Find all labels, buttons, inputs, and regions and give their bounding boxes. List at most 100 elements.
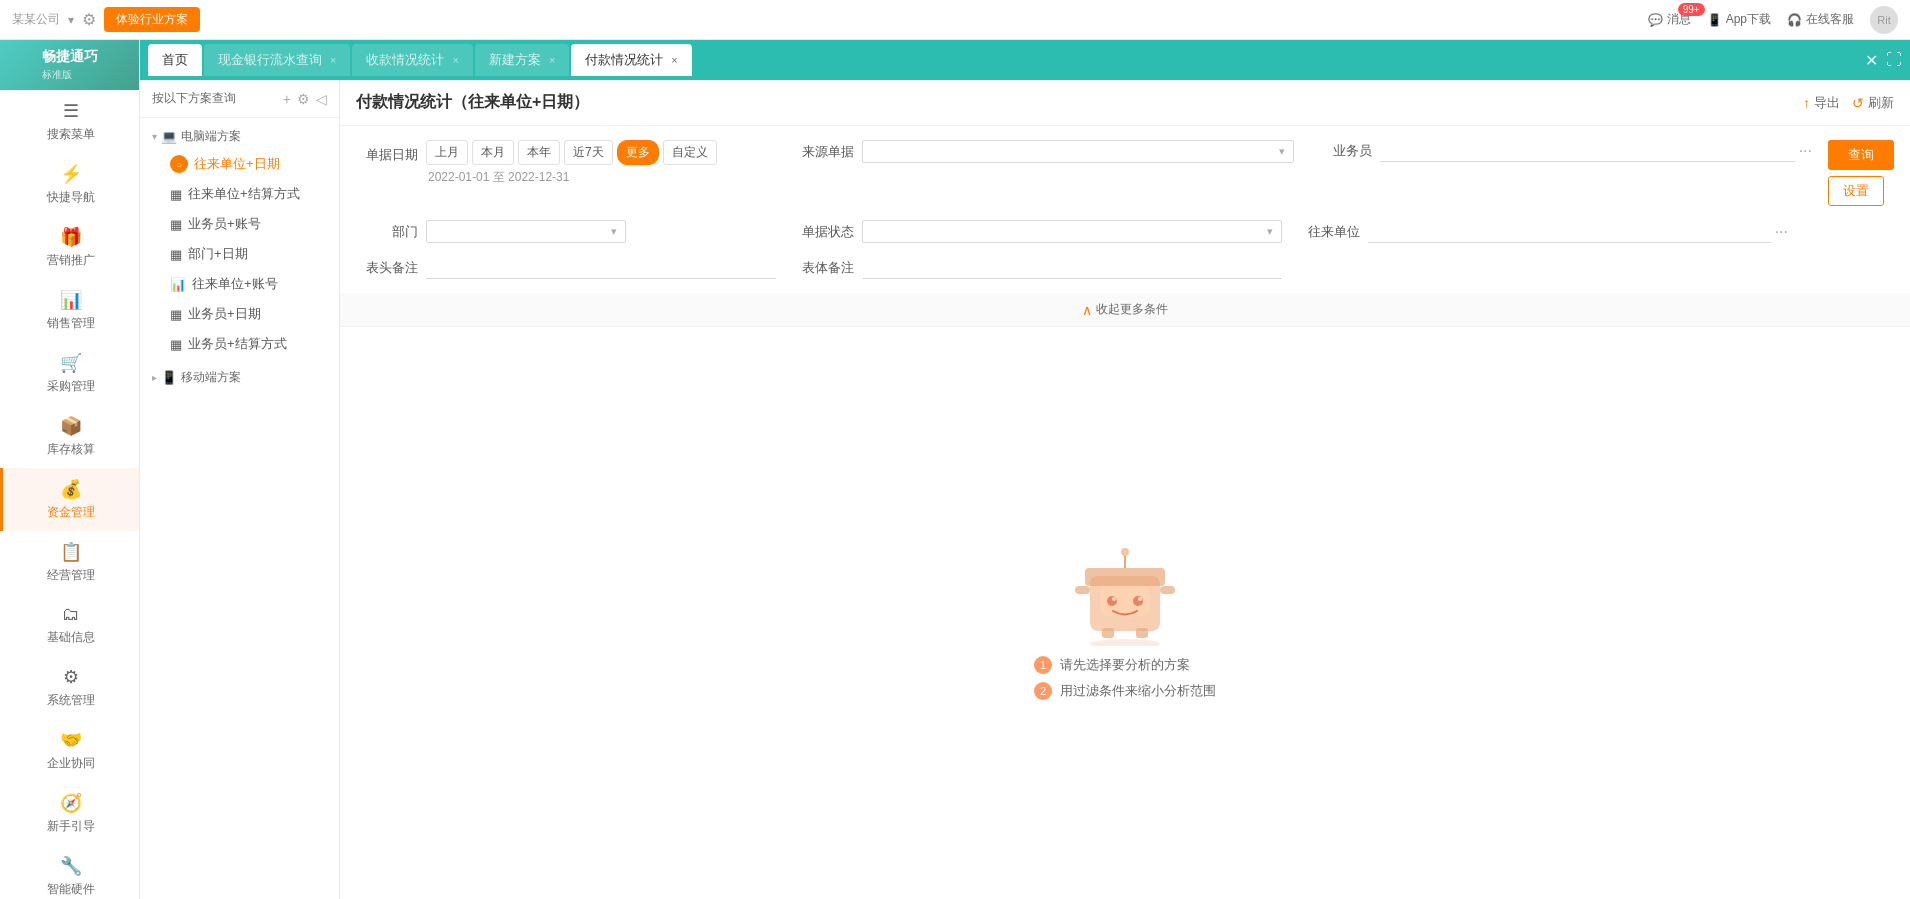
- partner-input[interactable]: [1368, 221, 1771, 243]
- tab-new-scheme[interactable]: 新建方案 ×: [475, 44, 569, 76]
- sidebar-logo: 畅捷通巧 标准版: [0, 40, 139, 90]
- page-header-actions: ↑ 导出 ↺ 刷新: [1803, 94, 1894, 112]
- scheme-item-icon: ▦: [170, 187, 182, 202]
- export-button[interactable]: ↑ 导出: [1803, 94, 1840, 112]
- scheme-item-unit-settle[interactable]: ▦ 往来单位+结算方式: [152, 179, 327, 209]
- enterprise-icon: 🤝: [60, 729, 82, 751]
- sidebar-item-label: 采购管理: [47, 378, 95, 395]
- scheme-item-icon: ▦: [170, 307, 182, 322]
- dept-label: 部门: [356, 223, 426, 241]
- sidebar-item-system[interactable]: ⚙ 系统管理: [0, 656, 139, 719]
- tab-receipt-stat-close[interactable]: ×: [452, 54, 458, 66]
- tab-bank-flow-close[interactable]: ×: [330, 54, 336, 66]
- tab-payment-stat-close[interactable]: ×: [671, 54, 677, 66]
- tab-home[interactable]: 首页: [148, 44, 202, 76]
- message-area[interactable]: 💬 消息 99+: [1648, 11, 1691, 28]
- try-industry-button[interactable]: 体验行业方案: [104, 7, 200, 32]
- sidebar-item-basic[interactable]: 🗂 基础信息: [0, 594, 139, 656]
- purchase-icon: 🛒: [60, 352, 82, 374]
- query-button[interactable]: 查询: [1828, 140, 1894, 170]
- online-service[interactable]: 🎧 在线客服: [1787, 11, 1854, 28]
- voucher-status-label: 单据状态: [792, 223, 862, 241]
- date-7days-btn[interactable]: 近7天: [564, 140, 613, 165]
- tab-bank-flow[interactable]: 现金银行流水查询 ×: [204, 44, 350, 76]
- main-content: 付款情况统计（往来单位+日期） ↑ 导出 ↺ 刷新: [340, 80, 1910, 899]
- sidebar-item-enterprise[interactable]: 🤝 企业协同: [0, 719, 139, 782]
- dept-select[interactable]: ▾: [426, 220, 626, 243]
- tab-new-scheme-close[interactable]: ×: [549, 54, 555, 66]
- message-badge: 99+: [1678, 3, 1705, 16]
- date-this-month-btn[interactable]: 本月: [472, 140, 514, 165]
- scheme-item-unit-date[interactable]: ○ 往来单位+日期: [152, 149, 327, 179]
- sidebar-item-sales[interactable]: 📊 销售管理: [0, 279, 139, 342]
- app-download[interactable]: 📱 App下载: [1707, 11, 1771, 28]
- sidebar-item-operation[interactable]: 📋 经营管理: [0, 531, 139, 594]
- scheme-mobile-group-title[interactable]: ▸ 📱 移动端方案: [152, 365, 327, 390]
- sidebar-item-marketing[interactable]: 🎁 营销推广: [0, 216, 139, 279]
- main-layout: 畅捷通巧 标准版 ☰ 搜索菜单 ⚡ 快捷导航 🎁 营销推广 📊 销售管理 🛒 采…: [0, 40, 1910, 899]
- staff-dots-icon[interactable]: ···: [1799, 142, 1812, 160]
- scheme-pc-group-title[interactable]: ▾ 💻 电脑端方案: [152, 124, 327, 149]
- sidebar-item-guide[interactable]: 🧭 新手引导: [0, 782, 139, 845]
- sidebar-item-label: 营销推广: [47, 252, 95, 269]
- date-last-month-btn[interactable]: 上月: [426, 140, 468, 165]
- header-gear-icon[interactable]: ⚙: [82, 10, 96, 29]
- refresh-button[interactable]: ↺ 刷新: [1852, 94, 1894, 112]
- partner-label: 往来单位: [1298, 223, 1368, 241]
- tab-receipt-stat[interactable]: 收款情况统计 ×: [352, 44, 472, 76]
- scheme-item-staff-settle[interactable]: ▦ 业务员+结算方式: [152, 329, 327, 359]
- scheme-item-label: 往来单位+结算方式: [188, 185, 300, 203]
- collapse-bar[interactable]: ∧ 收起更多条件: [340, 293, 1910, 327]
- sidebar-item-purchase[interactable]: 🛒 采购管理: [0, 342, 139, 405]
- sidebar-item-label: 智能硬件: [47, 881, 95, 898]
- sidebar-item-label: 库存核算: [47, 441, 95, 458]
- sidebar-item-search-menu[interactable]: ☰ 搜索菜单: [0, 90, 139, 153]
- scheme-collapse-icon[interactable]: ◁: [316, 91, 327, 107]
- company-dropdown[interactable]: ▾: [68, 13, 74, 27]
- tab-payment-stat-label: 付款情况统计: [585, 51, 663, 69]
- svg-point-13: [1090, 639, 1160, 646]
- app-icon: 📱: [1707, 13, 1722, 27]
- refresh-label: 刷新: [1868, 94, 1894, 112]
- logo-text: 畅捷通巧: [42, 48, 98, 66]
- empty-tip-2: 2 用过滤条件来缩小分析范围: [1034, 682, 1216, 700]
- scheme-panel-label: 按以下方案查询: [152, 90, 236, 107]
- scheme-item-label: 往来单位+账号: [192, 275, 278, 293]
- partner-dots-icon[interactable]: ···: [1775, 223, 1788, 241]
- page-title: 付款情况统计（往来单位+日期）: [356, 92, 589, 113]
- svg-point-4: [1133, 596, 1143, 606]
- scheme-add-icon[interactable]: +: [283, 91, 291, 107]
- scheme-settings-icon[interactable]: ⚙: [297, 91, 310, 107]
- date-custom-btn[interactable]: 自定义: [663, 140, 717, 165]
- sidebar-item-capital[interactable]: 💰 资金管理: [0, 468, 139, 531]
- scheme-item-dept-date[interactable]: ▦ 部门+日期: [152, 239, 327, 269]
- scheme-panel-actions: + ⚙ ◁: [283, 91, 327, 107]
- tab-close-all-button[interactable]: ✕: [1865, 51, 1878, 70]
- avatar[interactable]: Rit: [1870, 6, 1898, 34]
- date-this-year-btn[interactable]: 本年: [518, 140, 560, 165]
- tab-bar-actions: ✕ ⛶: [1865, 51, 1902, 70]
- staff-input[interactable]: [1380, 140, 1795, 162]
- search-menu-icon: ☰: [63, 100, 79, 122]
- source-select[interactable]: ▾: [862, 140, 1294, 163]
- mobile-group-arrow: ▸: [152, 372, 157, 383]
- sidebar-item-label: 经营管理: [47, 567, 95, 584]
- svg-point-6: [1138, 597, 1142, 601]
- header-note-input[interactable]: [426, 257, 776, 279]
- voucher-status-select[interactable]: ▾: [862, 220, 1282, 243]
- scheme-item-label: 部门+日期: [188, 245, 248, 263]
- tab-payment-stat[interactable]: 付款情况统计 ×: [571, 44, 691, 76]
- tab-expand-button[interactable]: ⛶: [1886, 51, 1902, 70]
- sidebar-item-inventory[interactable]: 📦 库存核算: [0, 405, 139, 468]
- sidebar-item-hardware[interactable]: 🔧 智能硬件: [0, 845, 139, 899]
- body-note-input[interactable]: [862, 257, 1282, 279]
- scheme-item-staff-date[interactable]: ▦ 业务员+日期: [152, 299, 327, 329]
- scheme-item-staff-account[interactable]: ▦ 业务员+账号: [152, 209, 327, 239]
- filter-row-3: 表头备注 表体备注: [356, 257, 1894, 293]
- settings-button[interactable]: 设置: [1828, 176, 1884, 206]
- scheme-item-unit-account[interactable]: 📊 往来单位+账号: [152, 269, 327, 299]
- sidebar-item-quick-nav[interactable]: ⚡ 快捷导航: [0, 153, 139, 216]
- message-icon: 💬: [1648, 13, 1663, 27]
- voucher-date-label: 单据日期: [356, 146, 426, 164]
- date-more-btn[interactable]: 更多: [617, 140, 659, 165]
